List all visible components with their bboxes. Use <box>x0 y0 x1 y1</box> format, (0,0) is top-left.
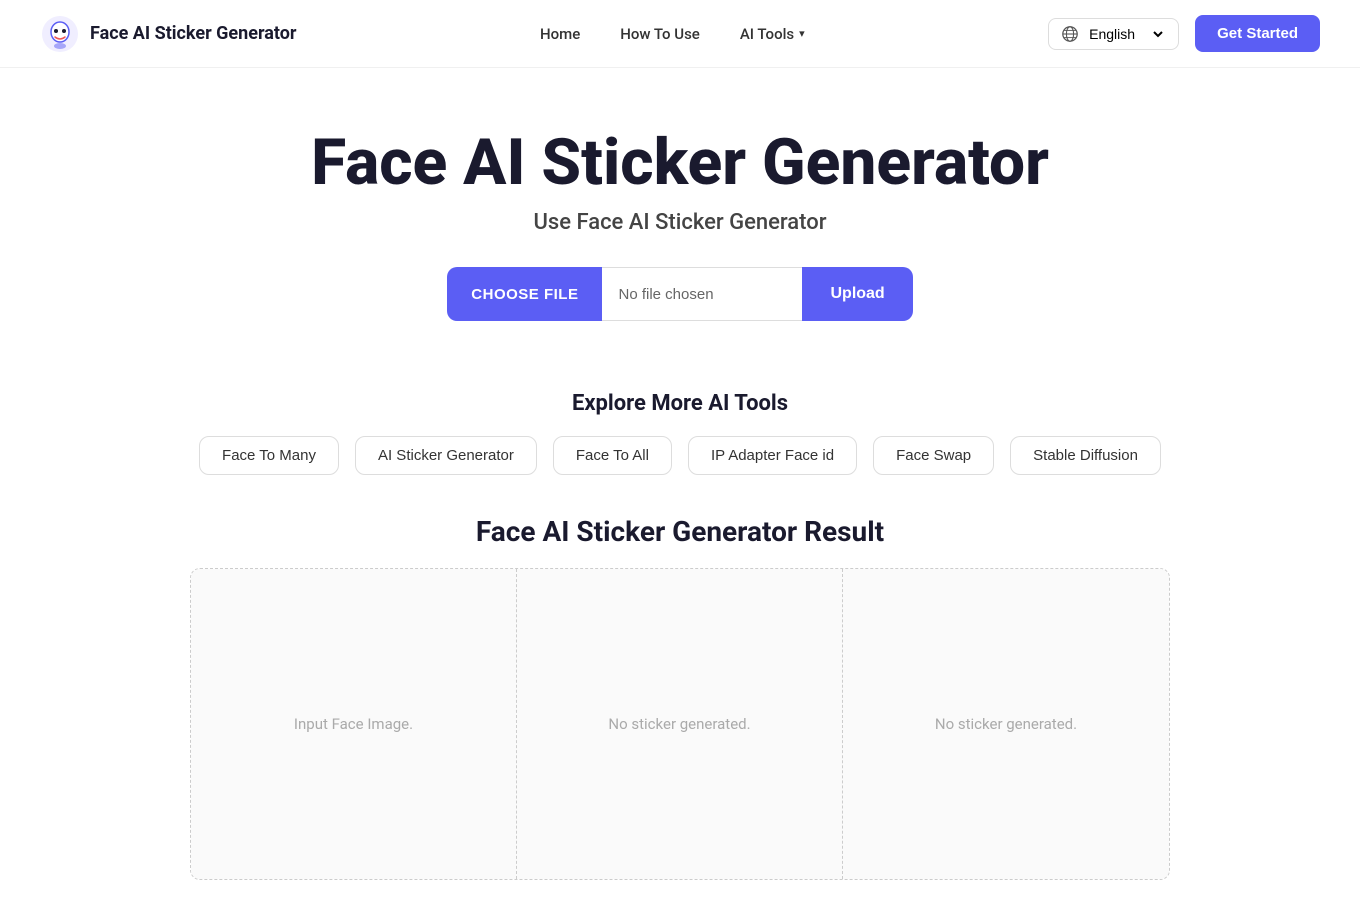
tool-tag-face-to-many[interactable]: Face To Many <box>199 436 339 475</box>
explore-section: Explore More AI Tools Face To Many AI St… <box>0 391 1360 505</box>
upload-container: CHOOSE FILE Upload <box>447 267 912 321</box>
logo-icon <box>40 14 80 54</box>
result-cell-sticker-1: No sticker generated. <box>517 569 843 879</box>
tools-list: Face To Many AI Sticker Generator Face T… <box>199 436 1161 475</box>
tool-tag-stable-diffusion[interactable]: Stable Diffusion <box>1010 436 1161 475</box>
tool-tag-ip-adapter[interactable]: IP Adapter Face id <box>688 436 857 475</box>
hero-title: Face AI Sticker Generator <box>311 128 1049 198</box>
choose-file-button[interactable]: CHOOSE FILE <box>447 267 602 321</box>
explore-title: Explore More AI Tools <box>572 391 788 416</box>
result-section: Face AI Sticker Generator Result Input F… <box>0 505 1360 920</box>
result-title: Face AI Sticker Generator Result <box>476 515 884 548</box>
nav-ai-tools[interactable]: AI Tools ▾ <box>740 25 805 43</box>
result-grid: Input Face Image. No sticker generated. … <box>190 568 1170 880</box>
globe-icon <box>1061 25 1079 43</box>
language-selector[interactable]: English Spanish French Chinese Japanese <box>1048 18 1179 50</box>
result-cell-sticker-2: No sticker generated. <box>843 569 1169 879</box>
upload-button[interactable]: Upload <box>802 267 912 321</box>
result-cell-sticker-2-label: No sticker generated. <box>935 715 1077 733</box>
hero-section: Face AI Sticker Generator Use Face AI St… <box>0 68 1360 391</box>
result-cell-sticker-1-label: No sticker generated. <box>608 715 750 733</box>
brand-name: Face AI Sticker Generator <box>90 23 297 44</box>
file-name-display <box>602 267 802 321</box>
nav-home[interactable]: Home <box>540 25 580 43</box>
tool-tag-face-swap[interactable]: Face Swap <box>873 436 994 475</box>
tool-tag-face-to-all[interactable]: Face To All <box>553 436 672 475</box>
result-cell-input-label: Input Face Image. <box>294 715 413 733</box>
hero-subtitle: Use Face AI Sticker Generator <box>533 210 826 235</box>
get-started-button[interactable]: Get Started <box>1195 15 1320 52</box>
result-cell-input: Input Face Image. <box>191 569 517 879</box>
language-select[interactable]: English Spanish French Chinese Japanese <box>1085 25 1166 43</box>
nav-right: English Spanish French Chinese Japanese … <box>1048 15 1320 52</box>
nav-how-to-use[interactable]: How To Use <box>620 25 700 43</box>
tool-tag-ai-sticker-generator[interactable]: AI Sticker Generator <box>355 436 537 475</box>
nav-left: Face AI Sticker Generator <box>40 14 297 54</box>
navbar: Face AI Sticker Generator Home How To Us… <box>0 0 1360 68</box>
chevron-down-icon: ▾ <box>799 27 805 40</box>
nav-center: Home How To Use AI Tools ▾ <box>540 25 805 43</box>
